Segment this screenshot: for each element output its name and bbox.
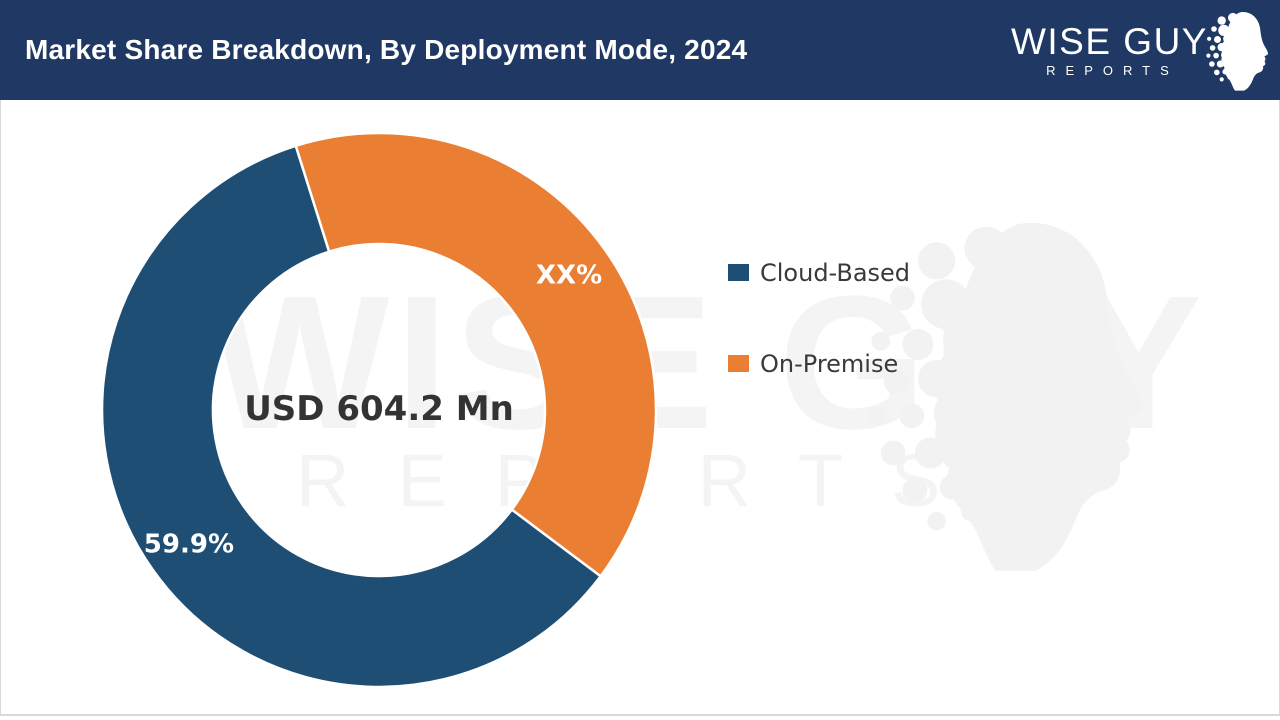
legend-item-on-premise: On-Premise: [728, 343, 910, 384]
face-icon: [1206, 12, 1269, 91]
legend-item-cloud-based: Cloud-Based: [728, 252, 910, 293]
slice-label-cloud-based: 59.9%: [144, 530, 234, 560]
slice-label-on-premise: XX%: [536, 260, 602, 290]
chart-legend: Cloud-Based On-Premise: [728, 252, 910, 384]
logo-subtitle: REPORTS: [1046, 63, 1179, 79]
legend-swatch-cloud-based: [728, 264, 749, 281]
logo-wordmark: WISE GUY: [1010, 20, 1208, 62]
donut-segment-on-premise: [294, 131, 658, 578]
legend-label-on-premise: On-Premise: [760, 349, 899, 378]
legend-label-cloud-based: Cloud-Based: [760, 258, 911, 287]
logo-text: WISE GUY REPORTS: [1010, 20, 1208, 79]
donut-chart: USD 604.2 Mn 59.9% XX%: [100, 131, 658, 689]
wise-guy-logo: WISE GUY REPORTS: [1011, 5, 1270, 95]
donut-center-value: USD 604.2 Mn: [244, 389, 514, 429]
header-bar: Market Share Breakdown, By Deployment Mo…: [0, 0, 1280, 100]
legend-swatch-on-premise: [728, 355, 749, 372]
